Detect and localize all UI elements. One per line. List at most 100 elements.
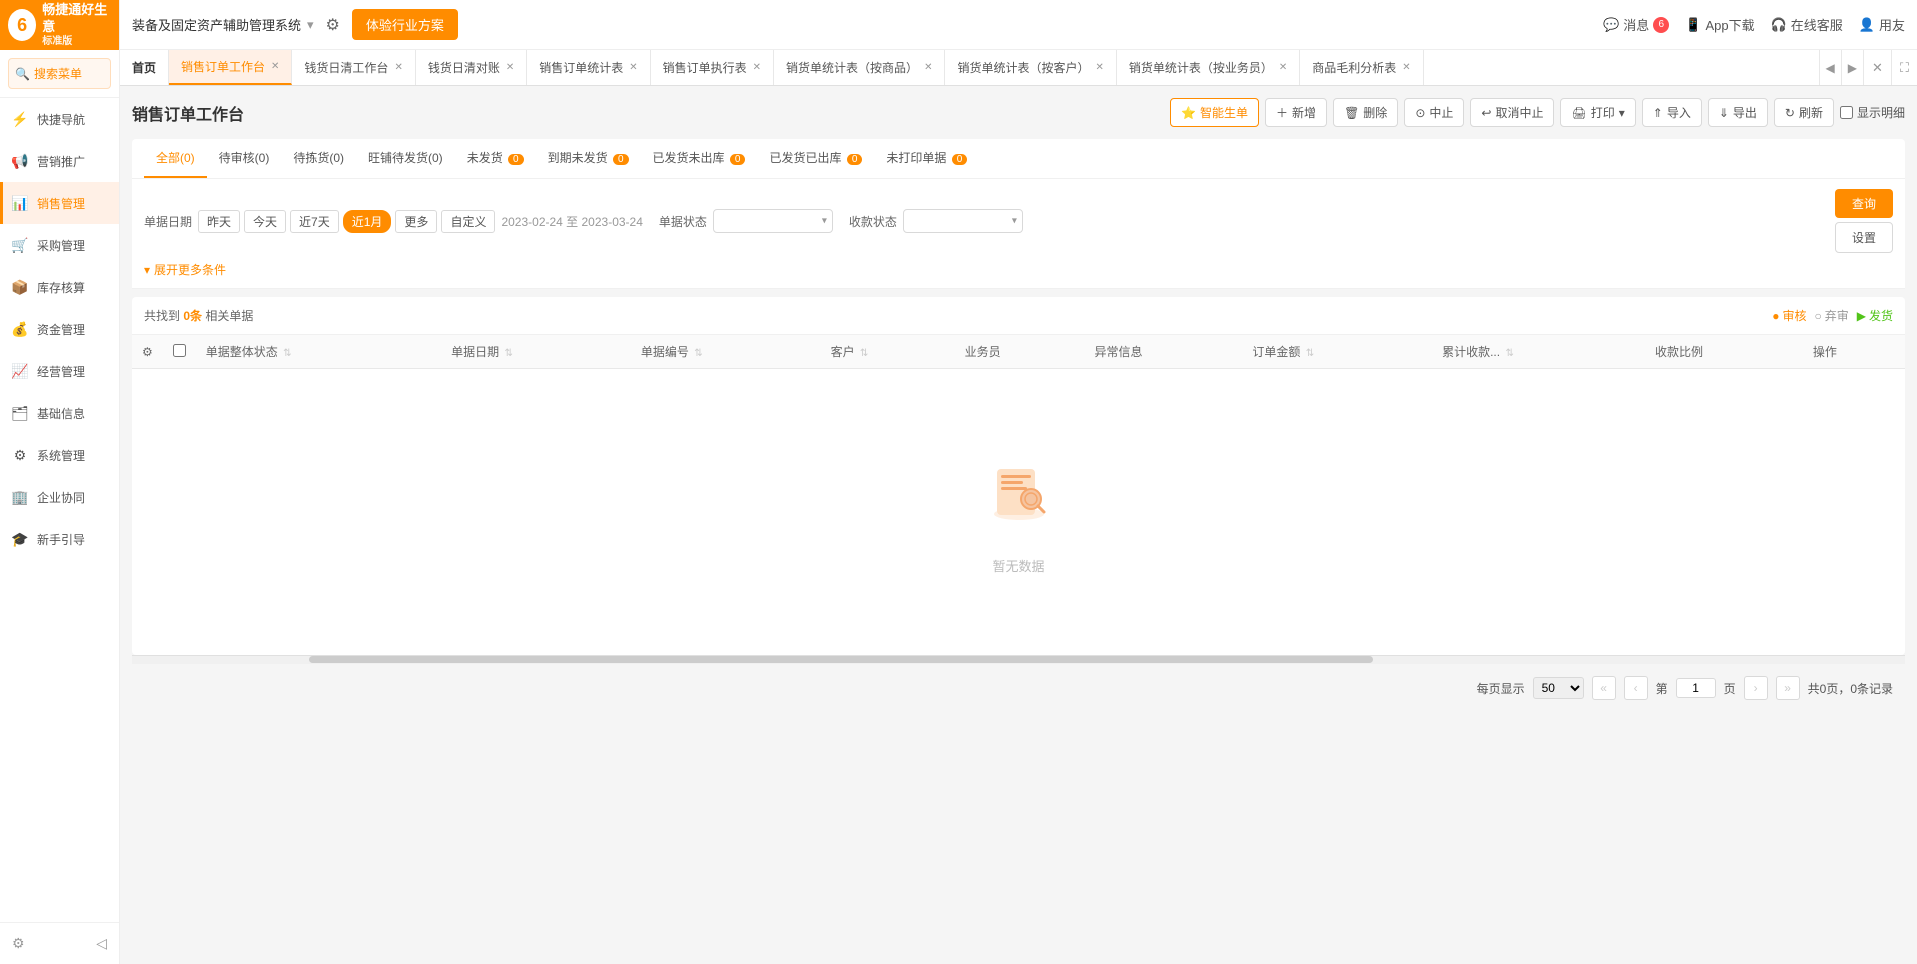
tab-gross-analysis[interactable]: 商品毛利分析表 ✕ [1300, 50, 1423, 85]
tab-close-sales-customer[interactable]: ✕ [1095, 62, 1103, 73]
col-date[interactable]: 单据日期 ⇅ [441, 335, 631, 369]
send-action-btn[interactable]: ▶ 发货 [1857, 307, 1893, 324]
col-status[interactable]: 单据整体状态 ⇅ [196, 335, 441, 369]
expand-conditions-btn[interactable]: ▾ 展开更多条件 [144, 261, 1893, 278]
filter-tab-not-shipped[interactable]: 未发货 0 [455, 139, 536, 178]
topbar-app-download[interactable]: 📱 App下载 [1685, 15, 1754, 34]
last-page-btn[interactable]: » [1776, 676, 1800, 700]
col-collected[interactable]: 累计收款... ⇅ [1432, 335, 1645, 369]
stop-button[interactable]: ⊙ 中止 [1404, 98, 1464, 127]
tab-nav-next[interactable]: ▶ [1841, 50, 1863, 85]
topbar-settings-icon[interactable]: ⚙ [326, 15, 340, 35]
filter-tab-overdue-not-shipped[interactable]: 到期未发货 0 [536, 139, 641, 178]
topbar-user[interactable]: 👤 用友 [1859, 15, 1905, 34]
date-btn-more[interactable]: 更多 [395, 210, 437, 233]
date-btn-7days[interactable]: 近7天 [290, 210, 339, 233]
horizontal-scrollbar-thumb[interactable] [309, 656, 1373, 663]
status-select[interactable] [713, 209, 833, 233]
sidebar-item-sales[interactable]: 📊 销售管理 [0, 182, 119, 224]
topbar-message[interactable]: 💬 消息 6 [1603, 15, 1669, 34]
next-page-btn[interactable]: › [1744, 676, 1768, 700]
date-btn-custom[interactable]: 自定义 [441, 210, 495, 233]
horizontal-scrollbar[interactable] [132, 655, 1905, 663]
sidebar-item-operations[interactable]: 📈 经营管理 [0, 350, 119, 392]
sidebar-item-quick-nav[interactable]: ⚡ 快捷导航 [0, 98, 119, 140]
tab-close-gross-analysis[interactable]: ✕ [1402, 62, 1410, 73]
tab-close-sales-stat[interactable]: ✕ [629, 62, 637, 73]
cancel-stop-button[interactable]: ↩ 取消中止 [1470, 98, 1554, 127]
sidebar-item-marketing[interactable]: 📢 营销推广 [0, 140, 119, 182]
sidebar-item-system[interactable]: ⚙ 系统管理 [0, 434, 119, 476]
sidebar-item-enterprise[interactable]: 🏢 企业协同 [0, 476, 119, 518]
query-button[interactable]: 查询 [1835, 189, 1893, 218]
payment-select[interactable] [903, 209, 1023, 233]
search-icon: 🔍 [15, 67, 30, 81]
per-page-select[interactable]: 50 100 200 [1533, 677, 1584, 699]
sidebar-item-finance[interactable]: 💰 资金管理 [0, 308, 119, 350]
filter-settings-button[interactable]: 设置 [1835, 222, 1893, 253]
filter-tab-all[interactable]: 全部(0) [144, 139, 207, 178]
tab-sales-workbench[interactable]: 销售订单工作台 ✕ [169, 50, 292, 85]
refresh-button[interactable]: ↻ 刷新 [1774, 98, 1834, 127]
tab-sales-product[interactable]: 销货单统计表（按商品） ✕ [774, 50, 945, 85]
first-page-btn[interactable]: « [1592, 676, 1616, 700]
sidebar-item-basic-info[interactable]: 🗂 基础信息 [0, 392, 119, 434]
col-amount[interactable]: 订单金额 ⇅ [1242, 335, 1432, 369]
col-checkbox[interactable] [163, 335, 196, 369]
date-btn-1month[interactable]: 近1月 [343, 210, 392, 233]
tab-close-cash-daily[interactable]: ✕ [394, 62, 402, 73]
tab-nav-prev[interactable]: ◀ [1819, 50, 1841, 85]
sidebar-collapse-icon[interactable]: ◁ [92, 931, 111, 956]
tab-sales-exec[interactable]: 销售订单执行表 ✕ [651, 50, 774, 85]
tab-close-sales-product[interactable]: ✕ [924, 62, 932, 73]
smart-create-button[interactable]: ⭐ 智能生单 [1170, 98, 1259, 127]
select-all-checkbox[interactable] [173, 344, 186, 357]
page-input[interactable] [1676, 678, 1716, 698]
tab-close-sales-staff[interactable]: ✕ [1279, 62, 1287, 73]
tab-close-sales-workbench[interactable]: ✕ [271, 61, 279, 72]
sidebar-item-inventory[interactable]: 📦 库存核算 [0, 266, 119, 308]
tab-fullscreen[interactable]: ⛶ [1891, 50, 1917, 85]
col-number[interactable]: 单据编号 ⇅ [631, 335, 821, 369]
filter-tab-not-printed[interactable]: 未打印单据 0 [874, 139, 979, 178]
filter-tab-shipped-not-out[interactable]: 已发货未出库 0 [641, 139, 758, 178]
tab-cash-daily[interactable]: 钱货日清工作台 ✕ [292, 50, 415, 85]
col-settings[interactable]: ⚙ [132, 335, 163, 369]
cancel-audit-action-btn[interactable]: ○ 弃审 [1814, 307, 1848, 324]
prev-page-btn[interactable]: ‹ [1624, 676, 1648, 700]
search-menu-button[interactable]: 🔍 搜索菜单 [8, 58, 111, 89]
show-detail-checkbox[interactable] [1840, 106, 1853, 119]
col-customer[interactable]: 客户 ⇅ [821, 335, 955, 369]
tab-close-cash-reconcile[interactable]: ✕ [506, 62, 514, 73]
industry-btn[interactable]: 体验行业方案 [352, 9, 458, 40]
page-header: 销售订单工作台 ⭐ 智能生单 ＋ 新增 🗑 删除 ⊙ 中止 [132, 98, 1905, 127]
export-button[interactable]: ⇓ 导出 [1708, 98, 1768, 127]
delete-button[interactable]: 🗑 删除 [1333, 98, 1398, 127]
date-btn-yesterday[interactable]: 昨天 [198, 210, 240, 233]
shipped-out-badge: 0 [847, 154, 863, 165]
filter-tab-shipped-out[interactable]: 已发货已出库 0 [757, 139, 874, 178]
print-button[interactable]: 🖨 打印 ▾ [1560, 98, 1635, 127]
show-detail-label[interactable]: 显示明细 [1840, 104, 1905, 121]
date-btn-today[interactable]: 今天 [244, 210, 286, 233]
audit-action-btn[interactable]: ● 审核 [1772, 307, 1806, 324]
add-icon: ＋ [1276, 104, 1288, 121]
tab-close-all[interactable]: ✕ [1863, 50, 1891, 85]
import-button[interactable]: ⇑ 导入 [1642, 98, 1702, 127]
filter-tab-pending-pick[interactable]: 待拣货(0) [281, 139, 356, 178]
sidebar-item-newbie[interactable]: 🎓 新手引导 [0, 518, 119, 560]
tab-sales-stat[interactable]: 销售订单统计表 ✕ [527, 50, 650, 85]
topbar-online-service[interactable]: 🎧 在线客服 [1771, 15, 1843, 34]
tab-home[interactable]: 首页 [120, 50, 169, 85]
filter-tab-wangpu-pending[interactable]: 旺铺待发货(0) [356, 139, 455, 178]
tab-sales-customer[interactable]: 销货单统计表（按客户） ✕ [945, 50, 1116, 85]
tab-cash-reconcile[interactable]: 钱货日清对账 ✕ [416, 50, 527, 85]
tab-sales-staff[interactable]: 销货单统计表（按业务员） ✕ [1117, 50, 1300, 85]
phone-icon: 📱 [1685, 17, 1701, 33]
add-button[interactable]: ＋ 新增 [1265, 98, 1327, 127]
tab-close-sales-exec[interactable]: ✕ [753, 62, 761, 73]
sidebar-settings-icon[interactable]: ⚙ [8, 931, 29, 956]
sidebar-item-purchase[interactable]: 🛒 采购管理 [0, 224, 119, 266]
filter-tab-pending-audit[interactable]: 待审核(0) [207, 139, 282, 178]
sidebar-search[interactable]: 🔍 搜索菜单 [0, 50, 119, 98]
